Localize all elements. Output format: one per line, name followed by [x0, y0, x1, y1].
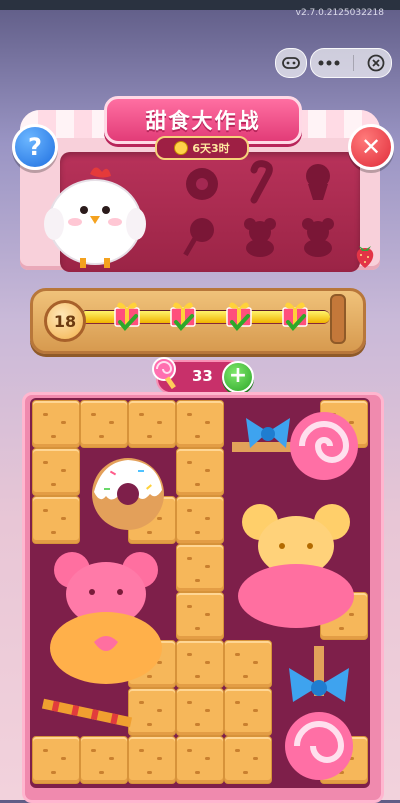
capsule-divider [352, 55, 354, 71]
version-label: v2.7.0.2125032218 [295, 8, 384, 18]
biscuit-tile[interactable] [176, 544, 224, 592]
donut-item[interactable] [86, 452, 170, 536]
plus-icon: + [228, 363, 248, 388]
timer-text: 6天3时 [192, 142, 230, 155]
biscuit-tile[interactable] [176, 640, 224, 688]
gift-reward-icon[interactable] [168, 298, 198, 332]
lollipop-item-2[interactable] [274, 646, 364, 786]
biscuit-tile[interactable] [176, 736, 224, 784]
biscuit-tile[interactable] [176, 496, 224, 544]
biscuit-tile[interactable] [32, 496, 80, 544]
biscuit-tile[interactable] [176, 448, 224, 496]
biscuit-tile[interactable] [224, 688, 272, 736]
page-title: 甜食大作战 [145, 109, 261, 133]
gift-reward-icon[interactable] [112, 298, 142, 332]
gift-reward-icon[interactable] [224, 298, 254, 332]
biscuit-tile[interactable] [80, 736, 128, 784]
more-options-icon[interactable] [318, 60, 340, 66]
gift-reward-icon[interactable] [280, 298, 310, 332]
biscuit-tile[interactable] [176, 400, 224, 448]
biscuit-tile[interactable] [32, 448, 80, 496]
lollipop-icon [152, 357, 176, 389]
close-button[interactable]: ✕ [348, 124, 394, 170]
biscuit-tile[interactable] [176, 592, 224, 640]
cupcake-icon [306, 164, 330, 200]
lollipop-icon [183, 218, 214, 257]
exit-icon[interactable] [367, 54, 385, 72]
level-badge: 18 [44, 300, 86, 342]
strawberry-decoration [356, 246, 374, 268]
biscuit-tile[interactable] [224, 640, 272, 688]
donut-icon [186, 168, 218, 200]
chicken-mascot [44, 167, 146, 268]
teddy-bear-item[interactable] [38, 548, 178, 688]
add-button[interactable]: + [222, 361, 254, 393]
mini-program-capsule [310, 48, 392, 78]
lollipop-item[interactable] [232, 404, 360, 488]
biscuit-tile[interactable] [80, 400, 128, 448]
gummy-bear-item[interactable] [232, 500, 362, 630]
game-center-button[interactable] [275, 48, 307, 78]
level-number: 18 [53, 311, 77, 331]
close-icon: ✕ [360, 133, 382, 161]
counter-value: 33 [192, 367, 213, 385]
biscuit-tile[interactable] [176, 688, 224, 736]
biscuit-tile[interactable] [128, 400, 176, 448]
progress-end-cap [330, 294, 346, 344]
candy-stick-item[interactable] [42, 694, 132, 734]
teddy-bear-icon [244, 218, 276, 257]
biscuit-tile[interactable] [128, 736, 176, 784]
clock-icon [174, 141, 189, 155]
biscuit-tile[interactable] [32, 400, 80, 448]
teddy-bear-icon [302, 218, 334, 257]
event-timer: 6天3时 [155, 136, 249, 160]
candy-cane-icon [250, 160, 273, 204]
biscuit-tile[interactable] [32, 736, 80, 784]
biscuit-tile[interactable] [224, 736, 272, 784]
gamepad-icon [282, 57, 300, 69]
biscuit-tile[interactable] [128, 688, 176, 736]
